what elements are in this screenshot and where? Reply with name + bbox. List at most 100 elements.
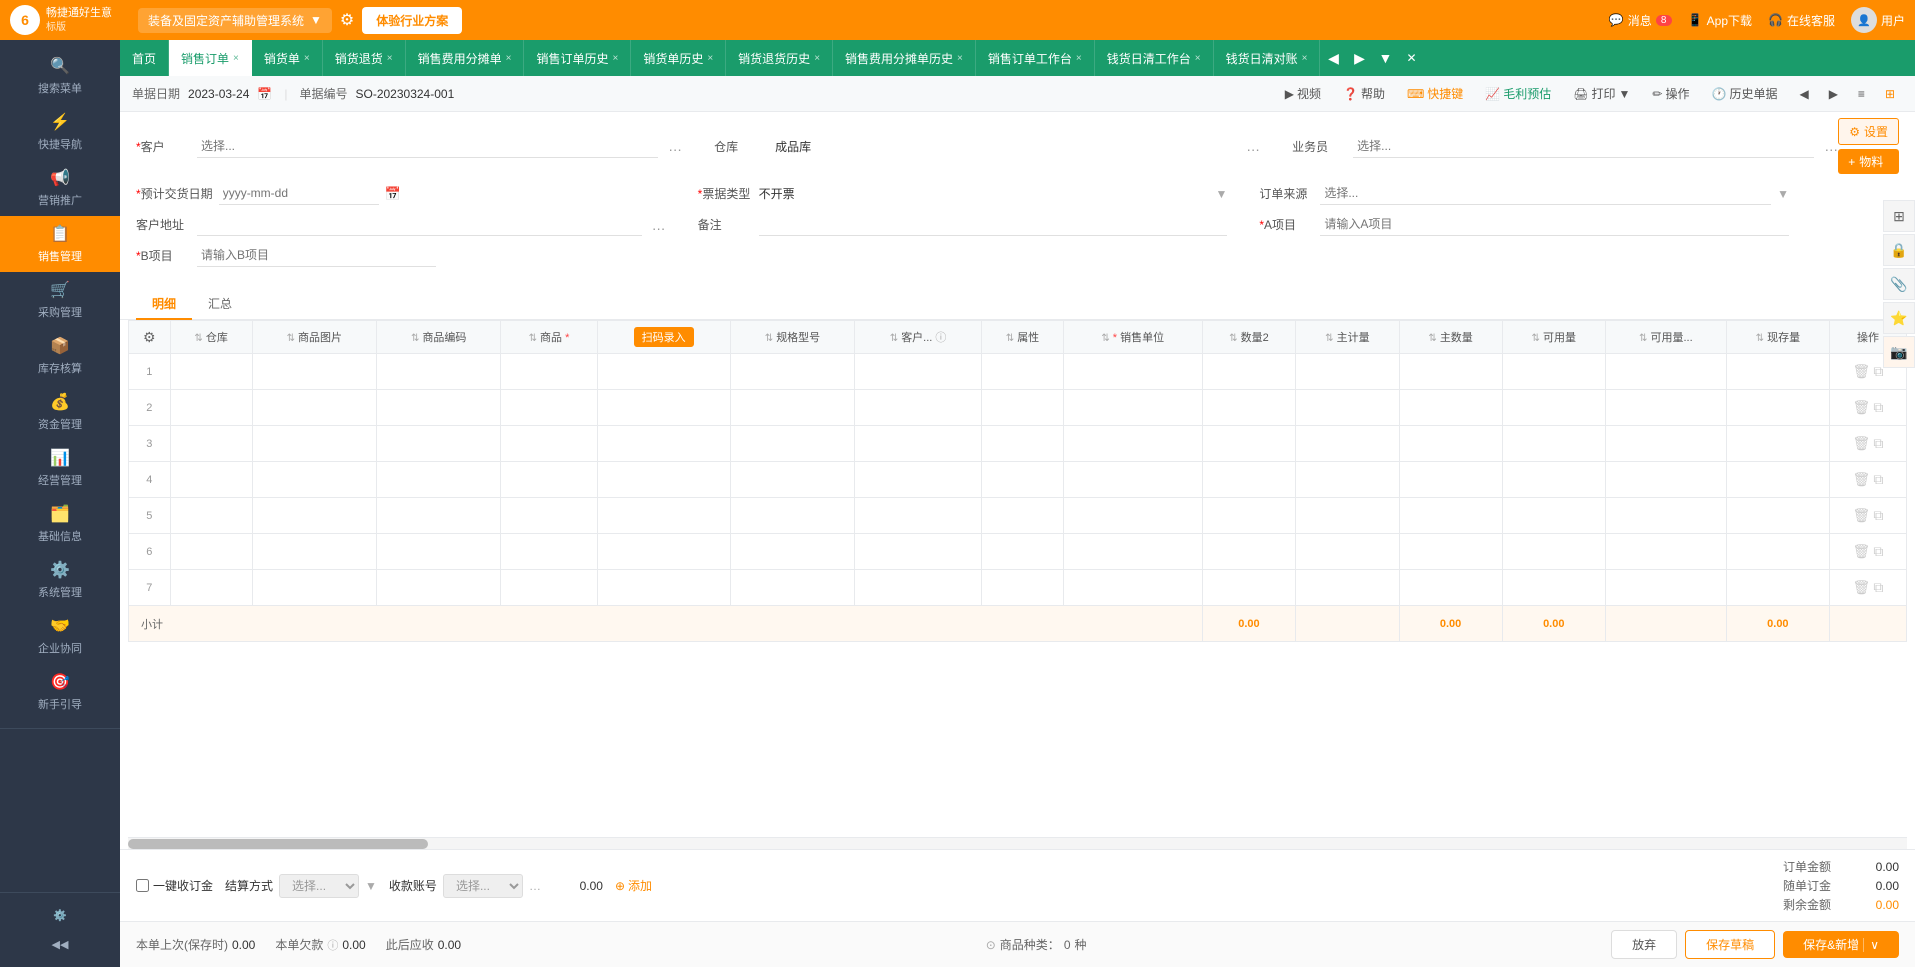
- delete-row-btn[interactable]: 🗑: [1853, 579, 1871, 595]
- tab-summary[interactable]: 汇总: [192, 289, 248, 320]
- calendar-icon[interactable]: 📅: [257, 87, 272, 101]
- settings-icon[interactable]: ⚙: [340, 10, 354, 30]
- copy-row-btn[interactable]: ⧉: [1873, 363, 1883, 379]
- row-main-qty[interactable]: [1399, 354, 1502, 390]
- tab-prev-btn[interactable]: ◀: [1320, 40, 1346, 76]
- copy-row-btn[interactable]: ⧉: [1873, 543, 1883, 559]
- th-current-stock[interactable]: ⇅ 现存量: [1726, 321, 1829, 354]
- industry-btn[interactable]: 体验行业方案: [362, 7, 462, 34]
- sidebar-item-inventory[interactable]: 📦 库存核算: [0, 328, 120, 384]
- tab-close-icon[interactable]: ×: [707, 53, 713, 64]
- tab-next-btn[interactable]: ▶: [1346, 40, 1372, 76]
- tab-sales-history[interactable]: 销售订单历史 ×: [524, 40, 631, 76]
- th-attr[interactable]: ⇅ 属性: [981, 321, 1063, 354]
- customer-input[interactable]: [197, 135, 658, 158]
- sidebar-item-quicknav[interactable]: ⚡ 快捷导航: [0, 104, 120, 160]
- one-click-checkbox-input[interactable]: [136, 879, 149, 892]
- th-product[interactable]: ⇅ 商品 *: [501, 321, 597, 354]
- delete-row-btn[interactable]: 🗑: [1853, 543, 1871, 559]
- tab-close-icon[interactable]: ×: [233, 53, 239, 64]
- help-btn[interactable]: ❓ 帮助: [1335, 82, 1393, 105]
- payment-method-select[interactable]: 选择...: [279, 874, 359, 898]
- sidebar-item-marketing[interactable]: 📢 营销推广: [0, 160, 120, 216]
- tab-close-icon[interactable]: ×: [1302, 53, 1308, 64]
- right-action-clip[interactable]: 📎: [1883, 268, 1915, 300]
- th-main-qty[interactable]: ⇅ 主数量: [1399, 321, 1502, 354]
- tab-detail[interactable]: 明细: [136, 289, 192, 320]
- tab-sales-refund[interactable]: 销货退货 ×: [323, 40, 406, 76]
- tab-close-icon[interactable]: ×: [612, 53, 618, 64]
- copy-row-btn[interactable]: ⧉: [1873, 399, 1883, 415]
- delete-row-btn[interactable]: 🗑: [1853, 507, 1871, 523]
- shortcut-btn[interactable]: ⌨ 快捷键: [1399, 82, 1471, 105]
- table-scrollbar[interactable]: [128, 837, 1907, 849]
- row-main-unit[interactable]: [1296, 354, 1399, 390]
- sidebar-item-purchase[interactable]: 🛒 采购管理: [0, 272, 120, 328]
- th-settings[interactable]: ⚙: [129, 321, 171, 354]
- system-selector[interactable]: 装备及固定资产辅助管理系统 ▼: [138, 8, 332, 33]
- address-input[interactable]: [197, 213, 642, 236]
- th-available[interactable]: ⇅ 可用量: [1502, 321, 1605, 354]
- debt-info-icon[interactable]: ⓘ: [327, 937, 338, 953]
- th-qty2[interactable]: ⇅ 数量2: [1202, 321, 1296, 354]
- tab-sales-return[interactable]: 销货单 ×: [252, 40, 323, 76]
- remarks-input[interactable]: [759, 213, 1228, 236]
- scan-btn[interactable]: 扫码录入: [634, 327, 694, 347]
- right-action-star[interactable]: ⭐: [1883, 302, 1915, 334]
- salesperson-more-btn[interactable]: …: [1824, 138, 1838, 154]
- tab-close-icon[interactable]: ×: [506, 53, 512, 64]
- save-new-arrow-icon[interactable]: ∨: [1863, 938, 1879, 952]
- salesperson-input[interactable]: [1353, 135, 1814, 158]
- tab-close-icon[interactable]: ×: [1076, 53, 1082, 64]
- one-click-checkbox[interactable]: 一键收订金: [136, 877, 213, 894]
- tab-expense-history[interactable]: 销售费用分摊单历史 ×: [833, 40, 976, 76]
- message-item[interactable]: 💬 消息 8: [1609, 12, 1672, 29]
- sidebar-item-finance[interactable]: 💰 资金管理: [0, 384, 120, 440]
- tab-close-icon[interactable]: ×: [814, 53, 820, 64]
- sidebar-item-basic[interactable]: 🗂️ 基础信息: [0, 496, 120, 552]
- right-action-grid[interactable]: ⊞: [1883, 200, 1915, 232]
- row-product-image[interactable]: [252, 354, 376, 390]
- row-available2[interactable]: [1605, 354, 1726, 390]
- copy-row-btn[interactable]: ⧉: [1873, 507, 1883, 523]
- customer-more-btn[interactable]: …: [668, 138, 682, 154]
- copy-row-btn[interactable]: ⧉: [1873, 471, 1883, 487]
- next-record-btn[interactable]: ▶: [1821, 84, 1846, 104]
- history-btn[interactable]: 🕐 历史单据: [1703, 82, 1785, 105]
- row-qty2[interactable]: [1202, 354, 1296, 390]
- tab-menu-btn[interactable]: ▼: [1372, 40, 1398, 76]
- row-product-code[interactable]: [377, 354, 501, 390]
- right-action-camera[interactable]: 📷: [1883, 336, 1915, 368]
- tab-close-icon[interactable]: ×: [1195, 53, 1201, 64]
- tab-sales-expense[interactable]: 销售费用分摊单 ×: [406, 40, 525, 76]
- row-unit[interactable]: [1063, 354, 1202, 390]
- th-scan[interactable]: 扫码录入: [597, 321, 730, 354]
- th-customer-code[interactable]: ⇅ 客户... ⓘ: [855, 321, 982, 354]
- delete-row-btn[interactable]: 🗑: [1853, 363, 1871, 379]
- right-action-lock[interactable]: 🔒: [1883, 234, 1915, 266]
- sidebar-collapse[interactable]: ◀◀: [0, 930, 120, 959]
- tab-cash-reconcile[interactable]: 钱货日清对账 ×: [1214, 40, 1321, 76]
- invoice-type-chevron-icon[interactable]: ▼: [1215, 187, 1227, 201]
- table-settings-icon[interactable]: ⚙: [143, 329, 156, 345]
- user-item[interactable]: 👤 用户: [1851, 7, 1905, 33]
- add-material-btn[interactable]: + 物料: [1838, 149, 1899, 174]
- sidebar-item-sales[interactable]: 📋 销售管理: [0, 216, 120, 272]
- address-more-btn[interactable]: …: [652, 217, 666, 233]
- row-product[interactable]: [501, 354, 597, 390]
- th-spec[interactable]: ⇅ 规格型号: [730, 321, 854, 354]
- th-product-code[interactable]: ⇅ 商品编码: [377, 321, 501, 354]
- copy-row-btn[interactable]: ⧉: [1873, 579, 1883, 595]
- th-product-image[interactable]: ⇅ 商品图片: [252, 321, 376, 354]
- tab-close-icon[interactable]: ×: [387, 53, 393, 64]
- delete-row-btn[interactable]: 🗑: [1853, 435, 1871, 451]
- order-source-chevron-icon[interactable]: ▼: [1777, 187, 1789, 201]
- tab-close-all-btn[interactable]: ✕: [1398, 40, 1424, 76]
- delivery-date-input[interactable]: [219, 182, 379, 205]
- th-main-unit[interactable]: ⇅ 主计量: [1296, 321, 1399, 354]
- account-select[interactable]: 选择...: [443, 874, 523, 898]
- prev-record-btn[interactable]: ◀: [1791, 84, 1816, 104]
- warehouse-more-btn[interactable]: …: [1246, 138, 1260, 154]
- sidebar-settings[interactable]: ⚙️: [0, 901, 120, 930]
- layout-list-btn[interactable]: ≡: [1850, 84, 1873, 104]
